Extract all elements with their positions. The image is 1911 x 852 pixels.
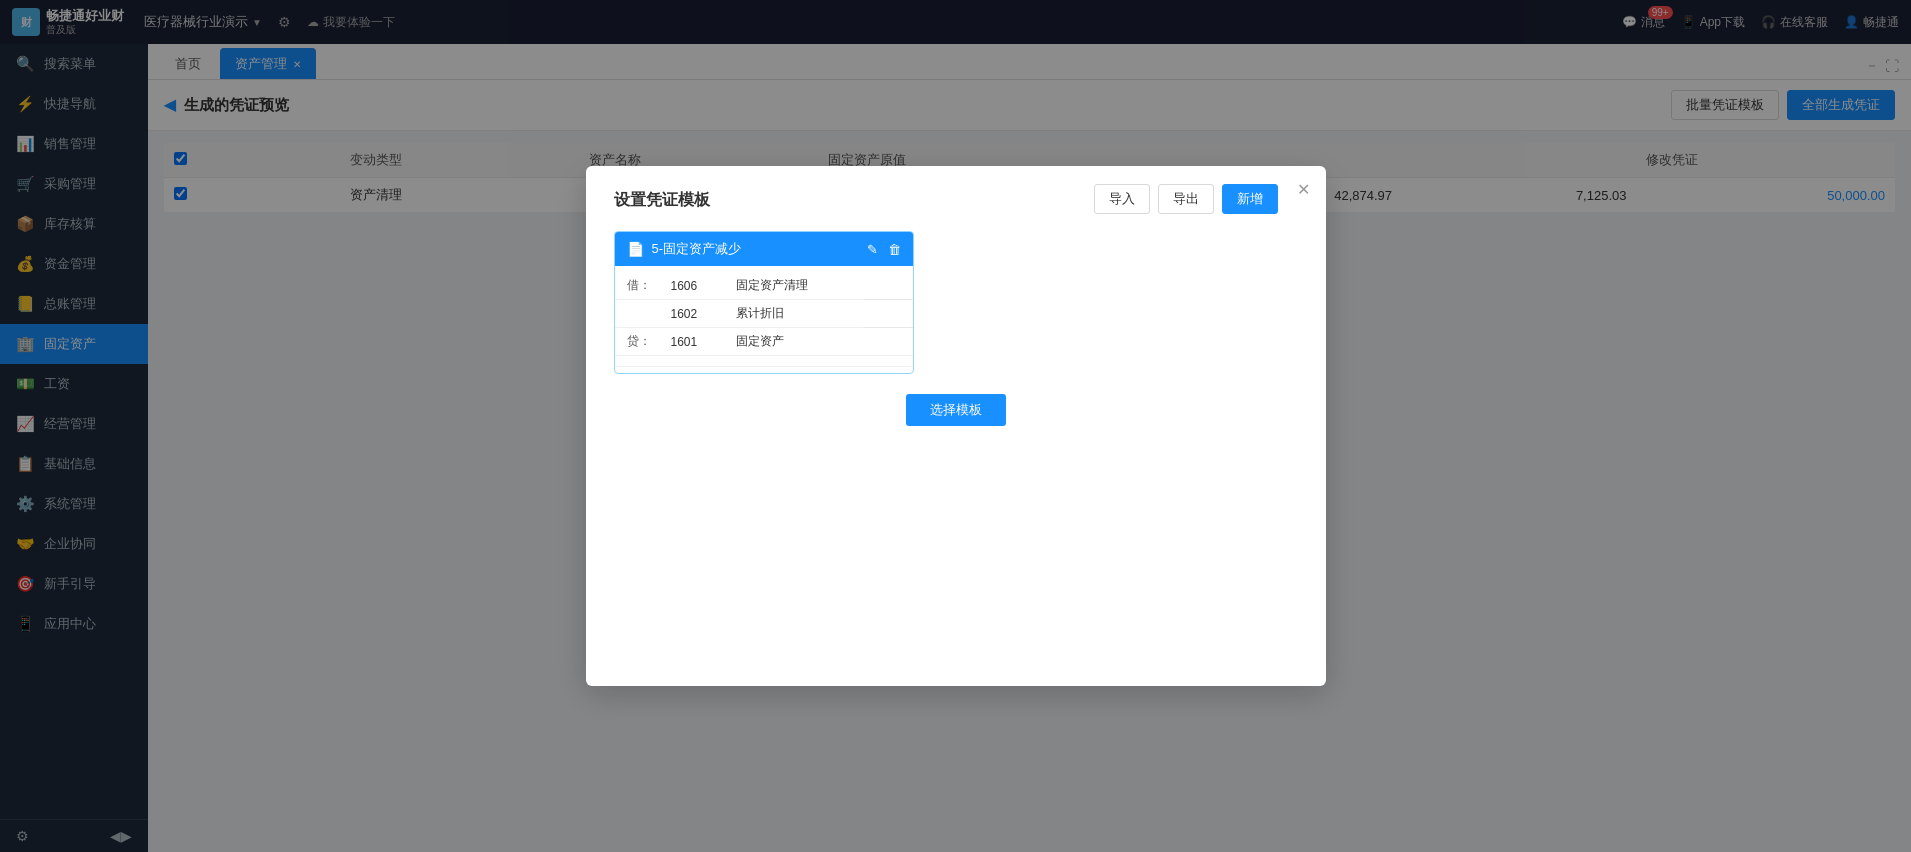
cert-code-1: 1606	[663, 272, 729, 300]
modal-header-actions: 导入 导出 新增	[1094, 184, 1278, 214]
import-button[interactable]: 导入	[1094, 184, 1150, 214]
content-area: 首页 资产管理 ✕ － ⛶ ◀ 生成的凭证预览	[148, 44, 1911, 852]
certificate-card: 📄 5-固定资产减少 ✎ 🗑	[614, 231, 914, 374]
cert-edit-icon[interactable]: ✎	[867, 242, 878, 257]
modal-overlay: ✕ 导入 导出 新增 设置凭证模板	[148, 80, 1911, 852]
cert-name-3: 固定资产	[728, 328, 863, 356]
cert-code-2: 1602	[663, 300, 729, 328]
cert-name-1: 固定资产清理	[728, 272, 863, 300]
cert-credit-2	[888, 300, 913, 328]
cert-direction-2	[615, 300, 663, 328]
cert-code-3: 1601	[663, 328, 729, 356]
cert-title: 5-固定资产减少	[652, 240, 742, 258]
cert-doc-icon: 📄	[627, 241, 644, 257]
cert-entry-row: 借： 1606 固定资产清理	[615, 272, 913, 300]
new-button[interactable]: 新增	[1222, 184, 1278, 214]
cert-credit-3	[888, 328, 913, 356]
select-template-button[interactable]: 选择模板	[906, 394, 1006, 426]
cert-debit-1	[863, 272, 888, 300]
cert-entry-row: 1602 累计折旧	[615, 300, 913, 328]
cert-direction-1: 借：	[615, 272, 663, 300]
cert-entry-row: 贷： 1601 固定资产	[615, 328, 913, 356]
cert-credit-1	[888, 272, 913, 300]
cert-delete-icon[interactable]: 🗑	[888, 242, 901, 257]
cert-card-header: 📄 5-固定资产减少 ✎ 🗑	[615, 232, 913, 266]
cert-debit-3	[863, 328, 888, 356]
cert-card-body: 借： 1606 固定资产清理 1602	[615, 266, 913, 373]
cert-empty-row	[615, 356, 913, 367]
cert-name-2: 累计折旧	[728, 300, 863, 328]
page-content: ◀ 生成的凭证预览 批量凭证模板 全部生成凭证	[148, 80, 1911, 852]
cert-header-actions: ✎ 🗑	[867, 242, 901, 257]
main-area: 🔍 搜索菜单 ⚡ 快捷导航 📊 销售管理 🛒 采购管理 📦 库存核算	[0, 44, 1911, 852]
cert-direction-3: 贷：	[615, 328, 663, 356]
modal-close-button[interactable]: ✕	[1297, 180, 1310, 199]
cert-debit-2	[863, 300, 888, 328]
modal-dialog: ✕ 导入 导出 新增 设置凭证模板	[586, 166, 1326, 686]
cert-entries-table: 借： 1606 固定资产清理 1602	[615, 272, 913, 367]
export-button[interactable]: 导出	[1158, 184, 1214, 214]
cert-header-left: 📄 5-固定资产减少	[627, 240, 742, 258]
